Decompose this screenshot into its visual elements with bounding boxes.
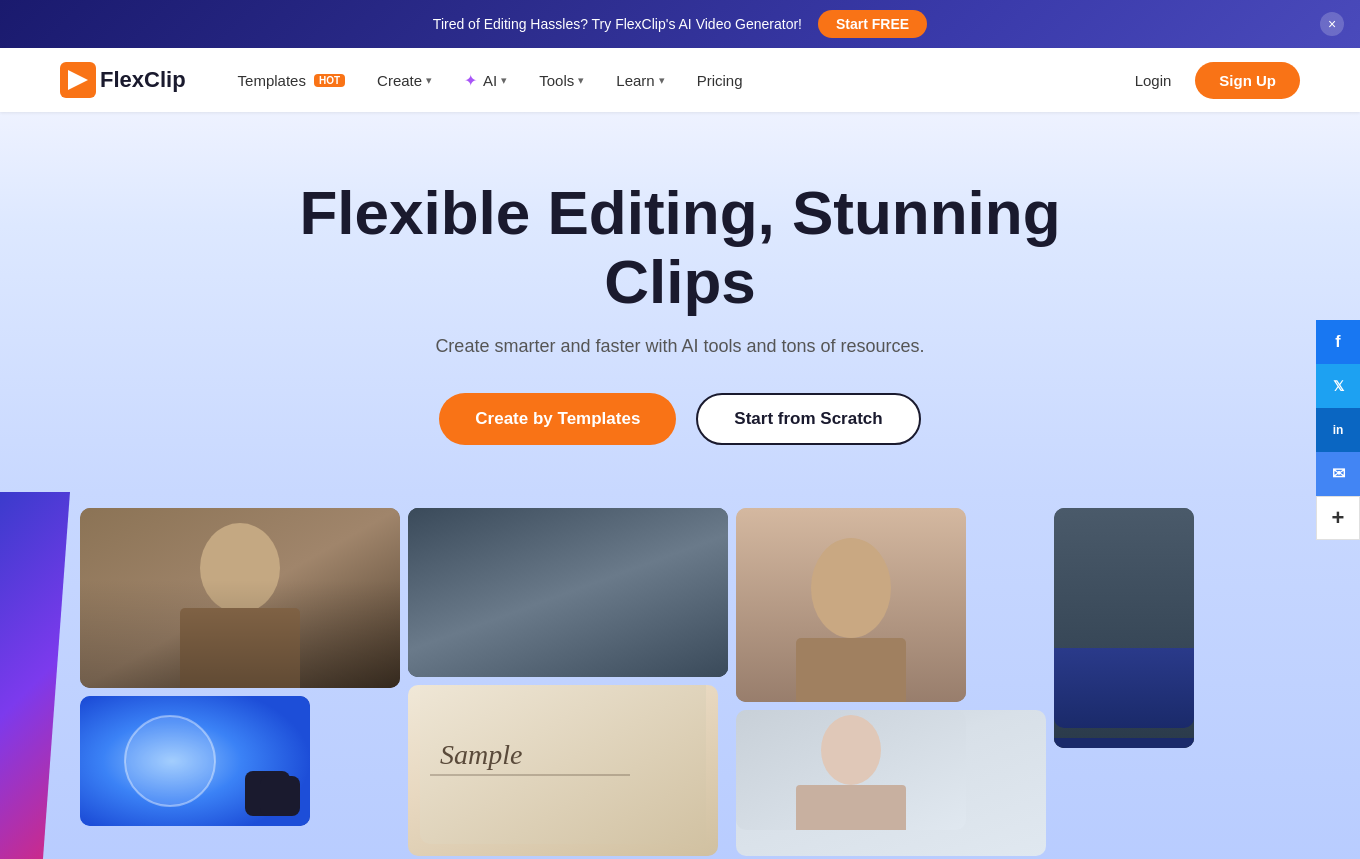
gallery-col-2: FASHION FOR A MINUTE FASHION JOURNEY CEL…: [408, 508, 728, 856]
nav-create-chevron: ▾: [426, 74, 432, 87]
ai-star-icon: ✦: [464, 71, 477, 90]
nav-item-create[interactable]: Create ▾: [365, 64, 444, 97]
fashion-journey-svg: FASHION FOR A MINUTE FASHION JOURNEY CEL…: [408, 508, 728, 677]
gallery-col-4: [1054, 508, 1194, 856]
nav-item-tools[interactable]: Tools ▾: [527, 64, 596, 97]
linkedin-share-button[interactable]: in: [1316, 408, 1360, 452]
svg-rect-4: [180, 608, 300, 688]
twitter-share-button[interactable]: 𝕏: [1316, 364, 1360, 408]
nav-templates-badge: HOT: [314, 74, 345, 87]
hero-subtitle: Create smarter and faster with AI tools …: [435, 336, 924, 357]
gallery-image-fashion-journey: FASHION FOR A MINUTE FASHION JOURNEY CEL…: [408, 508, 728, 677]
start-from-scratch-button[interactable]: Start from Scratch: [696, 393, 920, 445]
banner-text: Tired of Editing Hassles? Try FlexClip's…: [433, 16, 802, 32]
more-icon: +: [1332, 505, 1345, 531]
svg-marker-16: [693, 661, 708, 677]
svg-rect-22: [796, 638, 906, 702]
gallery-image-portrait-woman: [736, 508, 966, 702]
nav-tools-label: Tools: [539, 72, 574, 89]
svg-rect-9: [408, 508, 728, 677]
login-button[interactable]: Login: [1123, 64, 1184, 97]
nav-learn-chevron: ▾: [659, 74, 665, 87]
email-share-button[interactable]: ✉: [1316, 452, 1360, 496]
social-sidebar: f 𝕏 in ✉ +: [1316, 320, 1360, 540]
banner-close-button[interactable]: ×: [1320, 12, 1344, 36]
facebook-share-button[interactable]: f: [1316, 320, 1360, 364]
svg-text:JOURNEY: JOURNEY: [486, 613, 649, 644]
svg-point-24: [821, 715, 881, 785]
nav-links: Templates HOT Create ▾ ✦ AI ▾ Tools ▾ Le…: [226, 63, 1123, 98]
navbar: FlexClip Templates HOT Create ▾ ✦ AI ▾ T…: [0, 48, 1360, 112]
svg-rect-25: [796, 785, 906, 830]
facebook-icon: f: [1335, 333, 1340, 351]
logo-icon: [60, 62, 96, 98]
nav-item-templates[interactable]: Templates HOT: [226, 64, 357, 97]
svg-text:CELEBRATING THE LATEST FASHION: CELEBRATING THE LATEST FASHION: [490, 662, 647, 672]
gallery-images: FASHION FOR A MINUTE FASHION JOURNEY CEL…: [0, 492, 1360, 859]
more-share-button[interactable]: +: [1316, 496, 1360, 540]
linkedin-icon: in: [1333, 423, 1344, 437]
wedding-svg: Sample: [420, 685, 706, 844]
nav-item-ai[interactable]: ✦ AI ▾: [452, 63, 519, 98]
svg-point-21: [811, 538, 891, 638]
top-banner: Tired of Editing Hassles? Try FlexClip's…: [0, 0, 1360, 48]
svg-rect-19: [430, 774, 630, 776]
nav-create-label: Create: [377, 72, 422, 89]
logo[interactable]: FlexClip: [60, 62, 186, 98]
dark-building-svg: [1054, 508, 1194, 748]
nav-templates-label: Templates: [238, 72, 306, 89]
hero-title: Flexible Editing, Stunning Clips: [230, 179, 1130, 315]
nav-learn-label: Learn: [616, 72, 654, 89]
banner-cta-button[interactable]: Start FREE: [818, 10, 927, 38]
svg-rect-26: [1054, 508, 1194, 748]
svg-point-3: [200, 523, 280, 613]
svg-text:Sample: Sample: [440, 739, 522, 770]
nav-tools-chevron: ▾: [578, 74, 584, 87]
gallery-image-dark-building: [1054, 508, 1194, 748]
svg-text:FASHION: FASHION: [491, 583, 645, 614]
svg-rect-27: [1054, 738, 1194, 748]
nav-item-learn[interactable]: Learn ▾: [604, 64, 676, 97]
gallery-section: FASHION FOR A MINUTE FASHION JOURNEY CEL…: [0, 492, 1360, 859]
gallery-image-woman-2: [736, 710, 1046, 856]
hero-buttons: Create by Templates Start from Scratch: [439, 393, 920, 445]
signup-button[interactable]: Sign Up: [1195, 62, 1300, 99]
svg-rect-2: [80, 508, 400, 688]
nav-item-pricing[interactable]: Pricing: [685, 64, 755, 97]
email-icon: ✉: [1332, 464, 1345, 483]
logo-text: FlexClip: [100, 67, 186, 93]
svg-point-15: [682, 652, 714, 677]
nav-ai-label: AI: [483, 72, 497, 89]
twitter-icon: 𝕏: [1333, 378, 1344, 394]
fashion-portrait-svg: [80, 508, 400, 688]
nav-auth: Login Sign Up: [1123, 62, 1300, 99]
gallery-col-3: [736, 508, 1046, 856]
gallery-image-wedding: Sample: [408, 685, 718, 856]
gallery-image-fashion-portrait: [80, 508, 400, 688]
woman-2-svg: [736, 710, 966, 830]
gallery-image-round-blue: [80, 696, 310, 826]
nav-pricing-label: Pricing: [697, 72, 743, 89]
svg-rect-8: [408, 508, 728, 677]
gallery-col-1: [80, 508, 400, 856]
create-by-templates-button[interactable]: Create by Templates: [439, 393, 676, 445]
svg-text:FASHION FOR A MINUTE: FASHION FOR A MINUTE: [475, 568, 661, 580]
hero-section: Flexible Editing, Stunning Clips Create …: [0, 112, 1360, 492]
svg-rect-7: [245, 771, 290, 816]
nav-ai-chevron: ▾: [501, 74, 507, 87]
round-blue-svg: [80, 696, 310, 826]
svg-point-6: [125, 716, 215, 806]
portrait-woman-svg: [736, 508, 966, 702]
